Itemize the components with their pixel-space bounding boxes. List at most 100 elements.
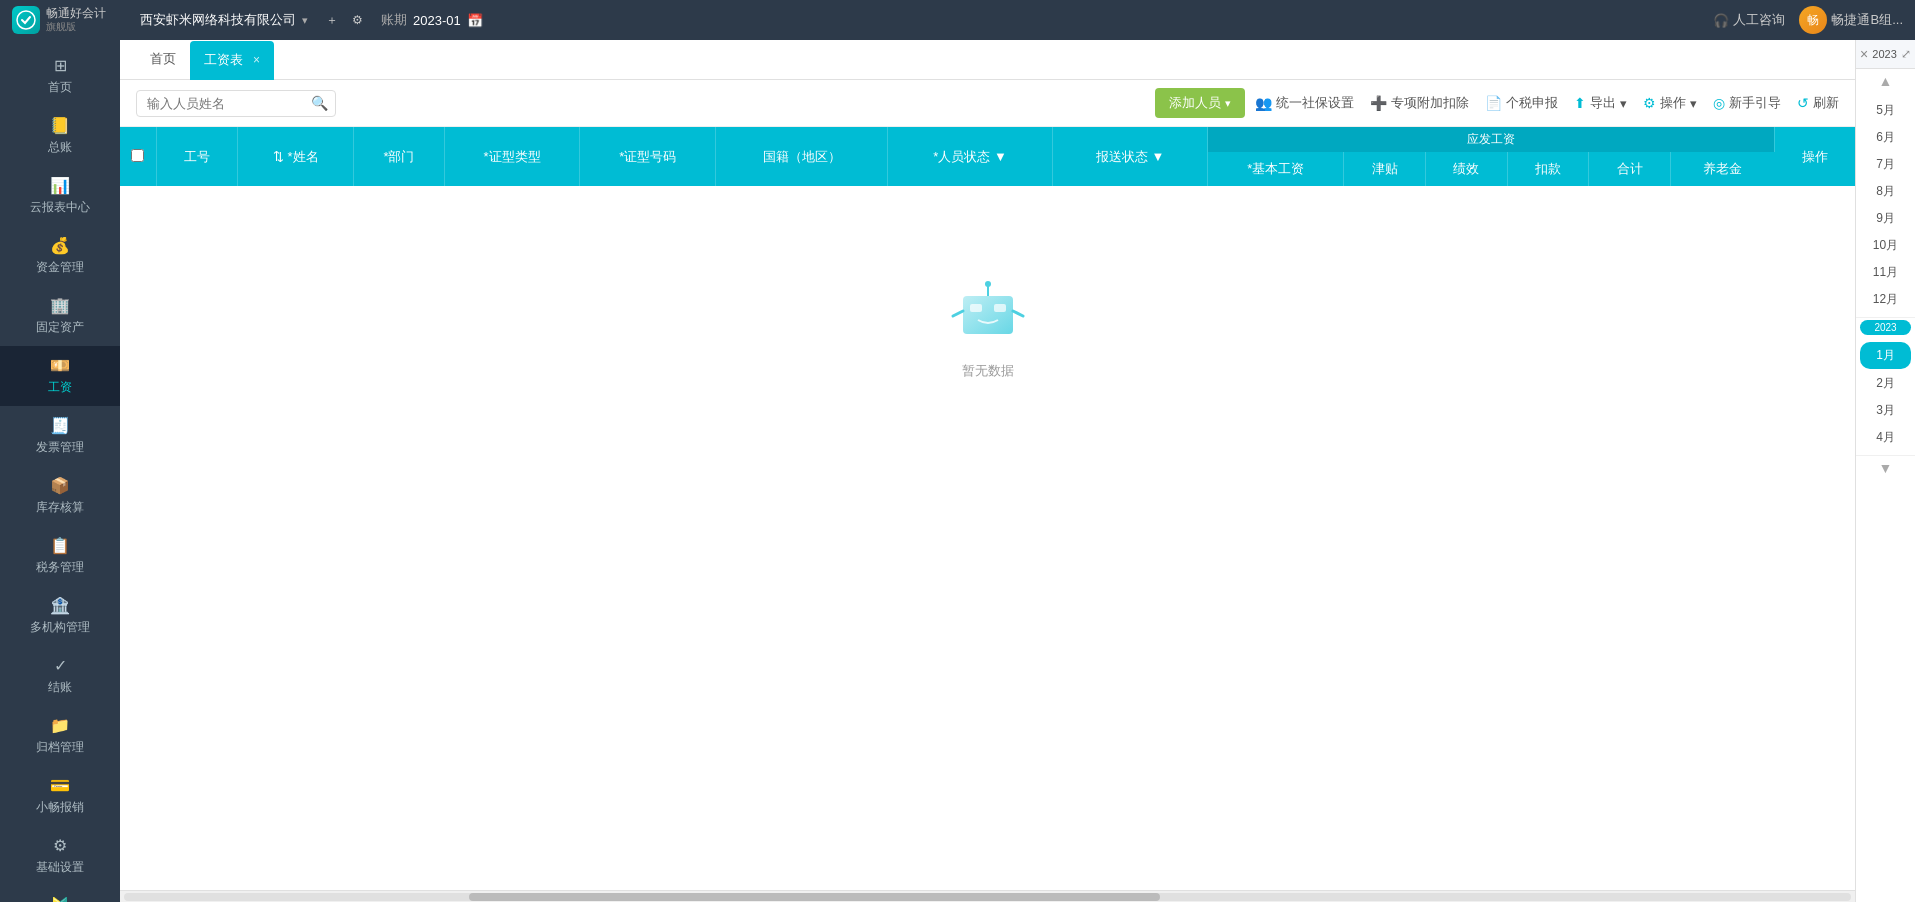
settings-icon-btn[interactable]: ⚙ <box>352 13 363 27</box>
add-person-button[interactable]: 添加人员 ▾ <box>1155 88 1245 118</box>
refresh-btn[interactable]: ↺ 刷新 <box>1797 94 1839 112</box>
calendar-icon[interactable]: 📅 <box>467 13 483 28</box>
deduct-icon: ➕ <box>1370 95 1387 111</box>
company-chevron-icon: ▾ <box>302 14 308 27</box>
content-area: 首页 工资表 × 🔍 添加人员 ▾ 👥 统一社保设置 <box>120 40 1855 902</box>
prev-year-section: 5月 6月 7月 8月 9月 10月 11月 12月 <box>1856 93 1915 318</box>
deduct-btn[interactable]: ➕ 专项附加扣除 <box>1370 94 1469 112</box>
sidebar-item-ledger[interactable]: 📒 总账 <box>0 106 120 166</box>
sidebar-item-report[interactable]: 📊 云报表中心 <box>0 166 120 226</box>
sidebar-item-salary[interactable]: 💴 工资 <box>0 346 120 406</box>
sidebar-item-tax[interactable]: 📋 税务管理 <box>0 526 120 586</box>
sidebar-item-assets[interactable]: 🏢 固定资产 <box>0 286 120 346</box>
th-allowance: 津贴 <box>1344 152 1426 186</box>
assets-icon: 🏢 <box>50 296 70 315</box>
month-11[interactable]: 11月 <box>1856 259 1915 286</box>
table-header-row1: 工号 ⇅ *姓名 *部门 *证型类型 *证型号码 国籍（地区） *人员状态 ▼ … <box>120 127 1855 152</box>
sidebar-item-funds[interactable]: 💰 资金管理 <box>0 226 120 286</box>
sidebar-item-guide[interactable]: 🔰 新手引导 <box>0 886 120 902</box>
th-person-status: *人员状态 ▼ <box>888 127 1052 186</box>
sidebar-item-settings[interactable]: ⚙ 基础设置 <box>0 826 120 886</box>
th-country: 国籍（地区） <box>716 127 888 186</box>
month-9[interactable]: 9月 <box>1856 205 1915 232</box>
social-settings-btn[interactable]: 👥 统一社保设置 <box>1255 94 1354 112</box>
scroll-thumb <box>469 893 1160 901</box>
month-6[interactable]: 6月 <box>1856 124 1915 151</box>
sidebar-label-multi: 多机构管理 <box>30 619 90 636</box>
export-btn[interactable]: ⬆ 导出 ▾ <box>1574 94 1627 112</box>
ledger-icon: 📒 <box>50 116 70 135</box>
company-selector[interactable]: 西安虾米网络科技有限公司 ▾ <box>132 11 316 29</box>
guide-label: 新手引导 <box>1729 94 1781 112</box>
month-1-current[interactable]: 1月 <box>1860 342 1911 369</box>
sidebar-item-multi[interactable]: 🏦 多机构管理 <box>0 586 120 646</box>
month-5[interactable]: 5月 <box>1856 97 1915 124</box>
month-3-current[interactable]: 3月 <box>1856 397 1915 424</box>
header-actions: ＋ ⚙ <box>316 12 373 29</box>
tab-salary-table[interactable]: 工资表 × <box>190 41 274 81</box>
guide-btn[interactable]: ◎ 新手引导 <box>1713 94 1781 112</box>
tax-icon-toolbar: 📄 <box>1485 95 1502 111</box>
table-container: 工号 ⇅ *姓名 *部门 *证型类型 *证型号码 国籍（地区） *人员状态 ▼ … <box>120 127 1855 890</box>
user-avatar: 畅 <box>1799 6 1827 34</box>
month-8[interactable]: 8月 <box>1856 178 1915 205</box>
th-checkbox[interactable] <box>120 127 156 186</box>
th-id-type: *证型类型 <box>444 127 580 186</box>
sidebar-item-archive[interactable]: 📁 归档管理 <box>0 706 120 766</box>
ops-label: 操作 <box>1660 94 1686 112</box>
add-person-chevron-icon: ▾ <box>1225 97 1231 110</box>
settings-sidebar-icon: ⚙ <box>53 836 67 855</box>
logo-area: 畅通好会计 旗舰版 <box>12 6 132 34</box>
expense-icon: 💳 <box>50 776 70 795</box>
th-name: ⇅ *姓名 <box>238 127 354 186</box>
sidebar-item-inventory[interactable]: 📦 库存核算 <box>0 466 120 526</box>
export-icon: ⬆ <box>1574 95 1586 111</box>
deduct-label: 专项附加扣除 <box>1391 94 1469 112</box>
empty-state: 暂无数据 <box>120 186 1855 460</box>
app-name: 畅通好会计 <box>46 6 106 20</box>
filter-icon-status[interactable]: ▼ <box>994 149 1007 164</box>
sidebar-item-expense[interactable]: 💳 小畅报销 <box>0 766 120 826</box>
month-2-current[interactable]: 2月 <box>1856 370 1915 397</box>
add-company-btn[interactable]: ＋ <box>326 12 338 29</box>
bottom-scrollbar[interactable] <box>120 890 1855 902</box>
right-panel-expand-btn[interactable]: ⤢ <box>1901 47 1911 61</box>
gear-icon: ⚙ <box>352 13 363 27</box>
empty-text: 暂无数据 <box>962 362 1014 380</box>
tax-report-btn[interactable]: 📄 个税申报 <box>1485 94 1558 112</box>
invoice-icon: 🧾 <box>50 416 70 435</box>
month-4-current[interactable]: 4月 <box>1856 424 1915 451</box>
panel-scroll-down-btn[interactable]: ▼ <box>1856 456 1915 480</box>
month-10[interactable]: 10月 <box>1856 232 1915 259</box>
human-service-btn[interactable]: 🎧 人工咨询 <box>1713 11 1785 29</box>
social-icon: 👥 <box>1255 95 1272 111</box>
search-icon[interactable]: 🔍 <box>311 95 328 111</box>
sidebar-item-home[interactable]: ⊞ 首页 <box>0 46 120 106</box>
empty-cell: 暂无数据 <box>120 186 1855 460</box>
filter-icon-report[interactable]: ▼ <box>1151 149 1164 164</box>
select-all-checkbox[interactable] <box>131 149 144 162</box>
current-year-section: 1月 2月 3月 4月 <box>1856 337 1915 456</box>
ops-chevron-icon: ▾ <box>1690 96 1697 111</box>
tax-label: 个税申报 <box>1506 94 1558 112</box>
panel-scroll-up-btn[interactable]: ▲ <box>1856 69 1915 93</box>
tab-close-btn[interactable]: × <box>253 53 260 67</box>
user-avatar-area[interactable]: 畅 畅捷通B组... <box>1799 6 1903 34</box>
sidebar-label-report: 云报表中心 <box>30 199 90 216</box>
tab-home-label: 首页 <box>150 50 176 68</box>
month-7[interactable]: 7月 <box>1856 151 1915 178</box>
right-panel-close-btn[interactable]: × <box>1860 46 1868 62</box>
tab-salary-label: 工资表 <box>204 51 243 69</box>
search-wrap: 🔍 <box>136 90 336 117</box>
sidebar-item-close[interactable]: ✓ 结账 <box>0 646 120 706</box>
sidebar-item-invoice[interactable]: 🧾 发票管理 <box>0 406 120 466</box>
search-input[interactable] <box>136 90 336 117</box>
th-pension: 养老金 <box>1671 152 1774 186</box>
operations-btn[interactable]: ⚙ 操作 ▾ <box>1643 94 1697 112</box>
tab-home[interactable]: 首页 <box>136 40 190 80</box>
right-panel-current-period: 2023 <box>1872 48 1896 60</box>
toolbar-actions: 👥 统一社保设置 ➕ 专项附加扣除 📄 个税申报 ⬆ 导出 ▾ ⚙ <box>1255 94 1839 112</box>
month-12[interactable]: 12月 <box>1856 286 1915 313</box>
archive-icon: 📁 <box>50 716 70 735</box>
th-report-status: 报送状态 ▼ <box>1052 127 1208 186</box>
